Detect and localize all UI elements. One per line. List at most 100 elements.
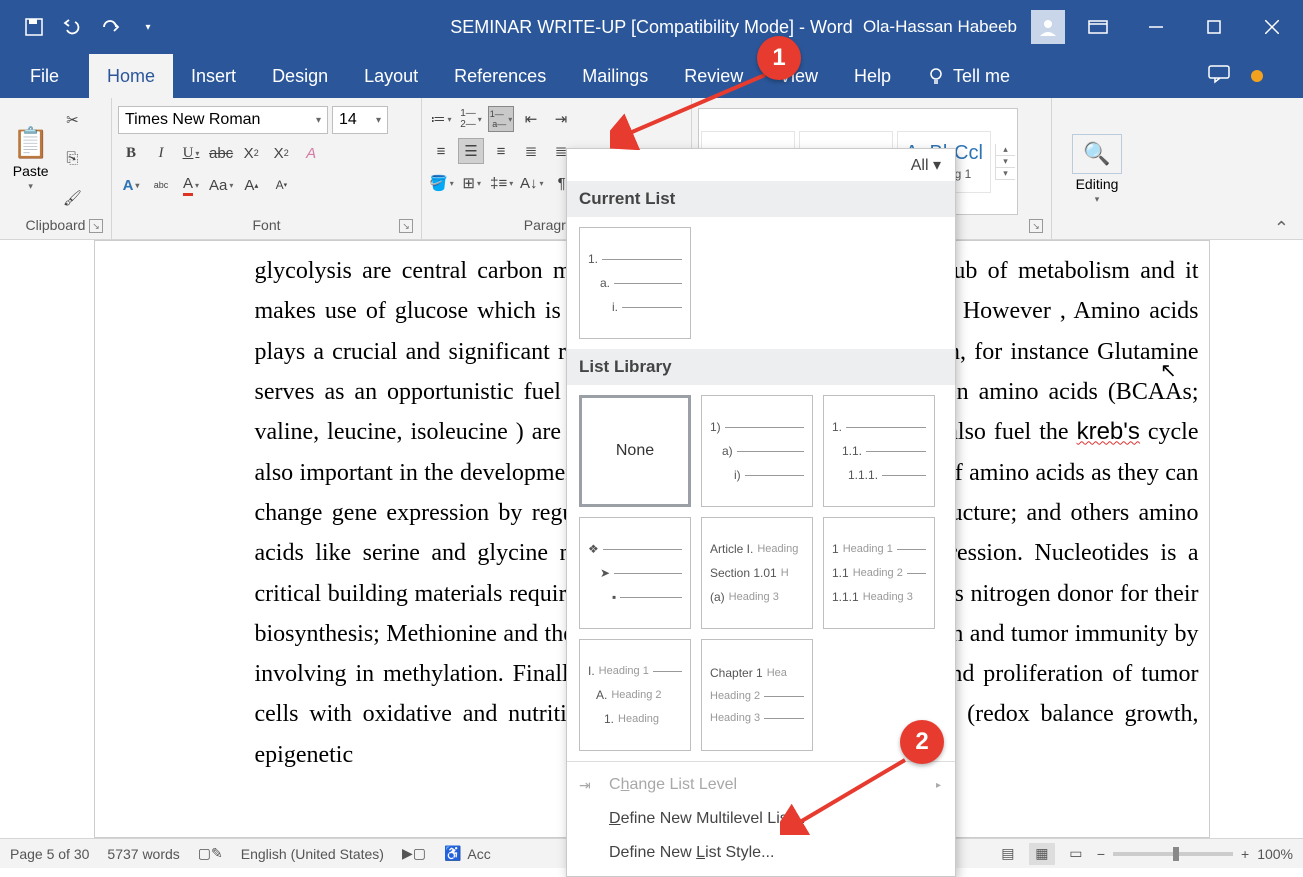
decrease-indent-button[interactable]: ⇤ (518, 106, 544, 132)
tell-me-label: Tell me (953, 66, 1010, 87)
tab-file[interactable]: File (0, 54, 89, 98)
read-mode-icon[interactable]: ▤ (995, 843, 1021, 865)
macro-status-icon[interactable]: ▶▢ (402, 845, 426, 862)
list-roman-heading[interactable]: I.Heading 1 A.Heading 2 1.Heading (579, 639, 691, 751)
close-button[interactable] (1247, 7, 1297, 47)
superscript-button[interactable]: X2 (268, 140, 294, 166)
align-center-button[interactable]: ☰ (458, 138, 484, 164)
maximize-button[interactable] (1189, 7, 1239, 47)
window-title: SEMINAR WRITE-UP [Compatibility Mode] - … (450, 17, 852, 38)
zoom-level[interactable]: 100% (1257, 846, 1293, 862)
editing-button[interactable]: 🔍 Editing ▾ (1066, 130, 1127, 209)
font-color-button[interactable]: A (178, 172, 204, 198)
font-group-label: Font↘ (118, 215, 415, 237)
pending-dot-icon (1251, 70, 1263, 82)
spelling-status-icon[interactable]: ▢✎ (198, 845, 223, 862)
paste-button[interactable]: 📋 Paste ▾ (6, 102, 55, 215)
tab-help[interactable]: Help (836, 54, 909, 98)
tab-home[interactable]: Home (89, 54, 173, 98)
text-effects-button[interactable]: A (118, 172, 144, 198)
numbering-button[interactable]: 1—2— (458, 106, 484, 132)
font-size-value: 14 (339, 111, 357, 129)
line-spacing-button[interactable]: ‡≡ (489, 170, 515, 196)
list-decimal[interactable]: 1. 1.1. 1.1.1. (823, 395, 935, 507)
align-right-button[interactable]: ≡ (488, 138, 514, 164)
print-layout-icon[interactable]: ▦ (1029, 843, 1055, 865)
grow-font-button[interactable]: A▴ (238, 172, 264, 198)
language-indicator[interactable]: English (United States) (241, 846, 384, 862)
shrink-font-button[interactable]: A▾ (268, 172, 294, 198)
font-name-combo[interactable]: Times New Roman▾ (118, 106, 328, 134)
tab-insert[interactable]: Insert (173, 54, 254, 98)
sort-button[interactable]: A↓ (519, 170, 545, 196)
font-name-value: Times New Roman (125, 111, 260, 129)
avatar[interactable] (1031, 10, 1065, 44)
minimize-button[interactable] (1131, 7, 1181, 47)
save-icon[interactable] (22, 15, 46, 39)
title-bar: ▾ SEMINAR WRITE-UP [Compatibility Mode] … (0, 0, 1303, 54)
paste-label: Paste (13, 163, 49, 179)
search-icon: 🔍 (1072, 134, 1121, 174)
annotation-arrow-2 (780, 755, 920, 835)
collapse-ribbon-icon[interactable]: ⌃ (1274, 218, 1289, 239)
lightbulb-icon (927, 67, 945, 85)
indent-icon: ⇥ (579, 777, 591, 794)
qat-more-icon[interactable]: ▾ (136, 15, 160, 39)
group-font: Times New Roman▾ 14▾ B I U abc X2 X2 A A… (112, 98, 422, 239)
list-heading-decimal[interactable]: 1Heading 1 1.1Heading 2 1.1.1Heading 3 (823, 517, 935, 629)
zoom-in-button[interactable]: + (1241, 846, 1249, 862)
web-layout-icon[interactable]: ▭ (1063, 843, 1089, 865)
italic-button[interactable]: I (148, 140, 174, 166)
shading-button[interactable]: 🪣 (428, 170, 455, 196)
font-size-combo[interactable]: 14▾ (332, 106, 388, 134)
group-editing: 🔍 Editing ▾ (1052, 98, 1142, 239)
tab-design[interactable]: Design (254, 54, 346, 98)
clipboard-icon: 📋 (12, 126, 49, 161)
styles-dialog-launcher[interactable]: ↘ (1029, 219, 1043, 233)
tab-layout[interactable]: Layout (346, 54, 436, 98)
clipboard-group-label: Clipboard↘ (6, 215, 105, 237)
accessibility-check[interactable]: ♿ Acc (444, 845, 491, 862)
styles-scroll[interactable]: ▴▾▾ (995, 144, 1015, 180)
list-bullets-mixed[interactable]: ❖ ➤ ▪ (579, 517, 691, 629)
justify-button[interactable]: ≣ (518, 138, 544, 164)
increase-indent-button[interactable]: ⇥ (548, 106, 574, 132)
clipboard-dialog-launcher[interactable]: ↘ (89, 219, 103, 233)
multilevel-list-button[interactable]: 1— a— (488, 106, 514, 132)
list-paren[interactable]: 1) a) i) (701, 395, 813, 507)
zoom-slider[interactable] (1113, 852, 1233, 856)
borders-button[interactable]: ⊞ (459, 170, 485, 196)
redo-icon[interactable] (98, 15, 122, 39)
phonetic-guide-button[interactable]: abc (148, 172, 174, 198)
format-painter-button[interactable]: 🖌 (59, 185, 85, 211)
font-dialog-launcher[interactable]: ↘ (399, 219, 413, 233)
quick-access-toolbar: ▾ (0, 15, 160, 39)
cut-button[interactable]: ✂ (59, 107, 85, 133)
copy-button[interactable]: ⎘ (59, 146, 85, 172)
underline-button[interactable]: U (178, 140, 204, 166)
clear-formatting-button[interactable]: A (298, 140, 324, 166)
dropdown-filter-all[interactable]: All ▾ (567, 149, 955, 181)
list-article-section[interactable]: Article I.Heading Section 1.01H (a)Headi… (701, 517, 813, 629)
tell-me[interactable]: Tell me (909, 54, 1028, 98)
list-chapter-heading[interactable]: Chapter 1Hea Heading 2 Heading 3 (701, 639, 813, 751)
tab-references[interactable]: References (436, 54, 564, 98)
word-count[interactable]: 5737 words (107, 846, 179, 862)
zoom-out-button[interactable]: − (1097, 846, 1105, 862)
page-indicator[interactable]: Page 5 of 30 (10, 846, 89, 862)
list-none[interactable]: None (579, 395, 691, 507)
subscript-button[interactable]: X2 (238, 140, 264, 166)
bold-button[interactable]: B (118, 140, 144, 166)
ribbon-display-icon[interactable] (1073, 7, 1123, 47)
change-case-button[interactable]: Aa (208, 172, 234, 198)
bullets-button[interactable]: ≔ (428, 106, 454, 132)
comments-icon[interactable] (1207, 64, 1231, 89)
current-list-thumb[interactable]: 1. a. i. (579, 227, 691, 339)
define-new-list-style[interactable]: Define New List Style... (567, 836, 955, 870)
user-name: Ola-Hassan Habeeb (863, 17, 1017, 37)
align-left-button[interactable]: ≡ (428, 138, 454, 164)
undo-icon[interactable] (60, 15, 84, 39)
strikethrough-button[interactable]: abc (208, 140, 234, 166)
editing-label: Editing (1076, 176, 1119, 192)
annotation-arrow-1 (610, 70, 780, 150)
